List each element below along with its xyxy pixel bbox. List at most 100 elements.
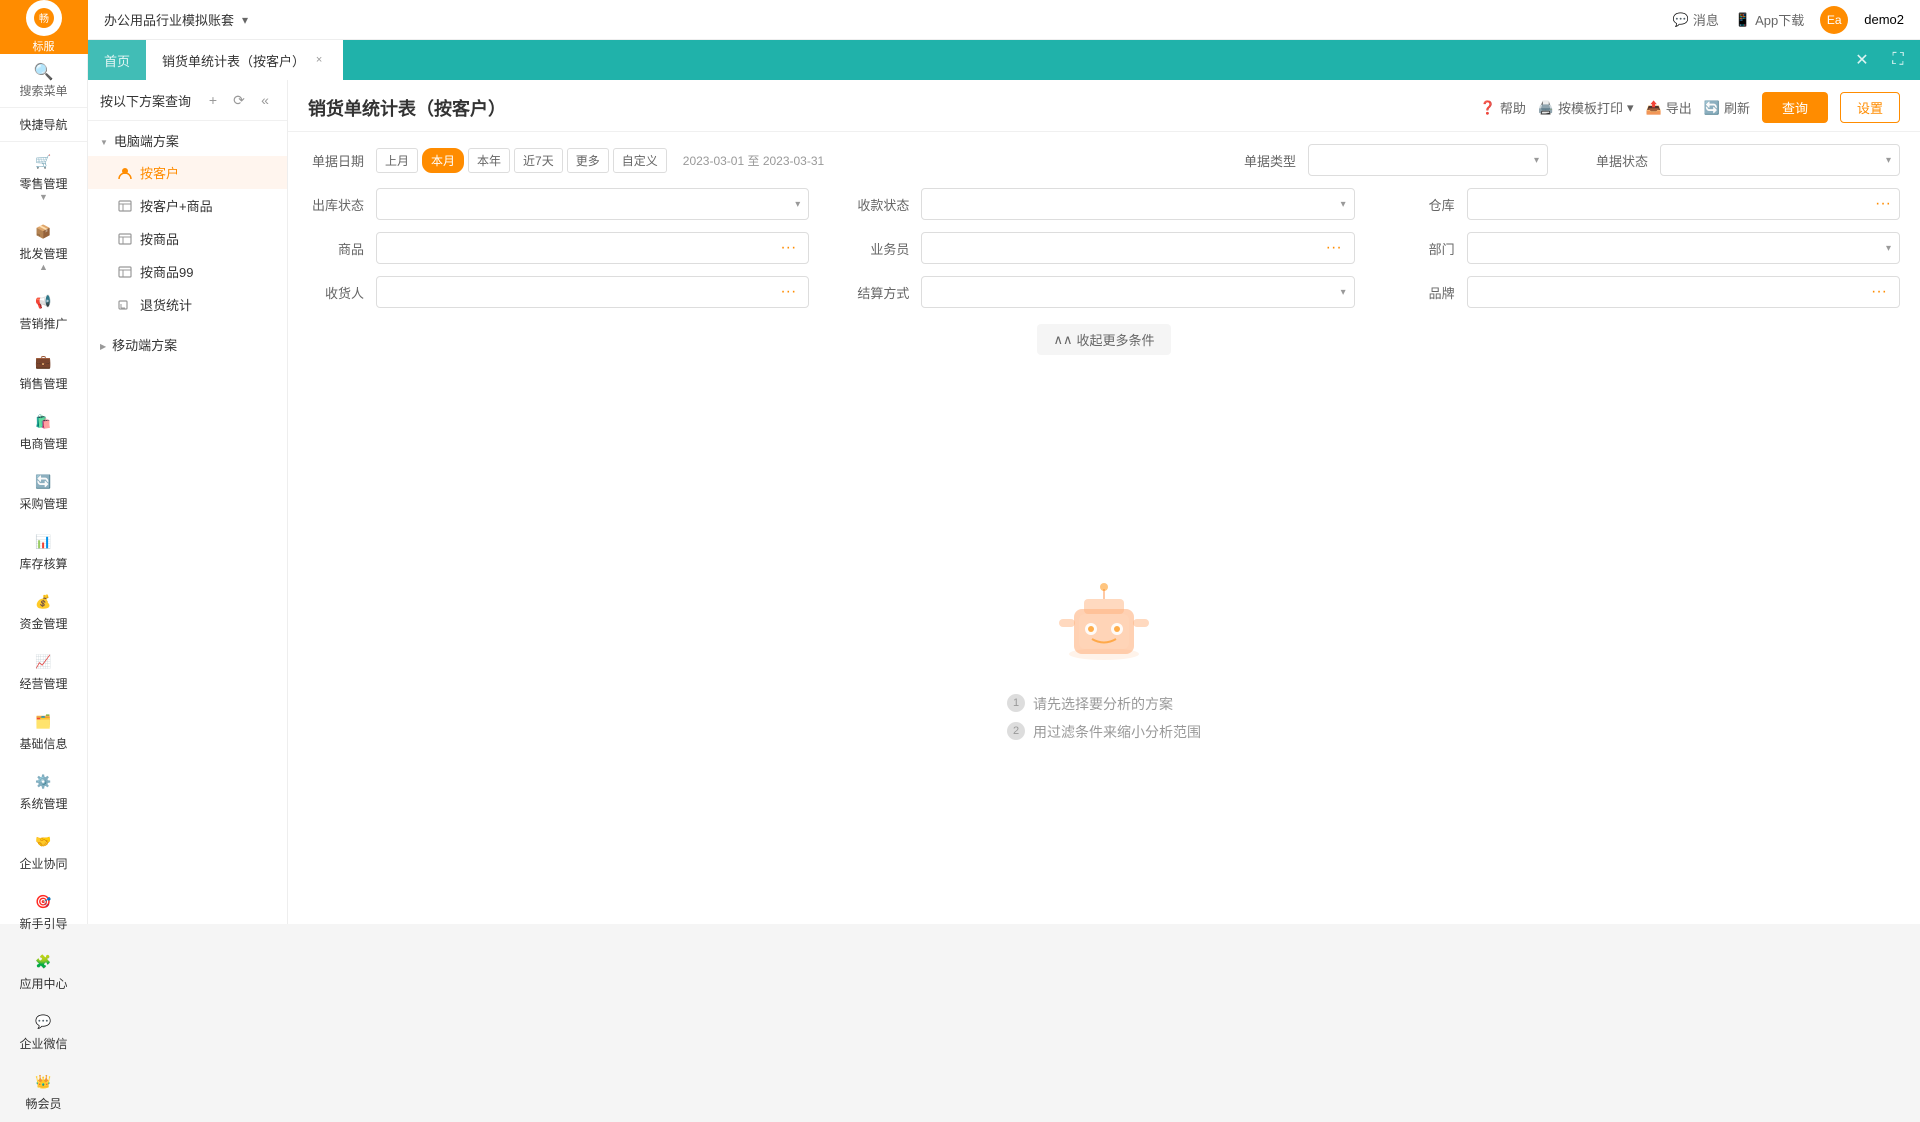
empty-illustration: [1044, 554, 1164, 674]
receipt-status-arrow: ▾: [1341, 199, 1346, 210]
export-label: 导出: [1666, 98, 1692, 117]
tab-home[interactable]: 首页: [88, 40, 146, 80]
export-btn[interactable]: 📤 导出: [1646, 98, 1692, 117]
payment-arrow: ▾: [1341, 287, 1346, 298]
customer-goods-icon: [116, 197, 134, 215]
order-status-select[interactable]: ▾: [1660, 144, 1900, 176]
finance-label: 资金管理: [19, 615, 67, 632]
collapse-filters-btn[interactable]: ∧∧ 收起更多条件: [1037, 324, 1170, 355]
topbar-left: 办公用品行业模拟账套 ▾: [104, 10, 248, 29]
salesperson-select[interactable]: ···: [921, 232, 1354, 264]
empty-state: 1 请先选择要分析的方案 2 用过滤条件来缩小分析范围: [288, 371, 1920, 924]
username[interactable]: demo2: [1864, 12, 1904, 27]
sidebar-item-inventory[interactable]: 📊 库存核算: [0, 522, 87, 582]
sidebar-item-system[interactable]: ⚙️ 系统管理: [0, 762, 87, 822]
refresh-scheme-btn[interactable]: ⟳: [229, 90, 249, 110]
warehouse-more-icon[interactable]: ···: [1875, 195, 1891, 213]
tab-sales-report[interactable]: 销货单统计表（按客户） ×: [146, 40, 343, 80]
refresh-btn[interactable]: 🔄 刷新: [1704, 98, 1750, 117]
scheme-item-by-customer[interactable]: 按客户: [88, 156, 287, 189]
sidebar-item-basic[interactable]: 🗂️ 基础信息: [0, 702, 87, 762]
tabbar: 首页 销货单统计表（按客户） × ✕ ⛶: [88, 40, 1920, 80]
refresh-label: 刷新: [1724, 98, 1750, 117]
department-label: 部门: [1399, 239, 1455, 258]
tab-close-all-btn[interactable]: ✕: [1848, 46, 1876, 74]
setting-button[interactable]: 设置: [1840, 92, 1900, 123]
brand-more-icon[interactable]: ···: [1867, 283, 1891, 301]
scheme-item-customer-goods[interactable]: 按客户+商品: [88, 189, 287, 222]
sidebar-item-wholesale[interactable]: 📦 批发管理 ▲: [0, 212, 87, 282]
sidebar-item-enterprise[interactable]: 🤝 企业协同: [0, 822, 87, 882]
out-status-select[interactable]: ▾: [376, 188, 809, 220]
collapse-scheme-btn[interactable]: «: [255, 90, 275, 110]
scheme-group-desktop: 电脑端方案 按客户 按客户+商品: [88, 121, 287, 325]
inventory-icon: 📊: [34, 532, 54, 552]
scheme-group-desktop-header[interactable]: 电脑端方案: [88, 125, 287, 156]
date-btn-custom[interactable]: 自定义: [613, 148, 667, 173]
scheme-header: 按以下方案查询 + ⟳ «: [88, 80, 287, 121]
date-btn-more[interactable]: 更多: [567, 148, 609, 173]
date-btn-thisyear[interactable]: 本年: [468, 148, 510, 173]
help-icon: ❓: [1480, 100, 1496, 116]
sidebar-item-apps[interactable]: 🧩 应用中心: [0, 942, 87, 1002]
date-btn-lastmonth[interactable]: 上月: [376, 148, 418, 173]
warehouse-select[interactable]: ···: [1467, 188, 1900, 220]
salesperson-more-icon[interactable]: ···: [1322, 239, 1346, 257]
out-status-arrow: ▾: [795, 199, 800, 210]
consignee-more-icon[interactable]: ···: [776, 283, 800, 301]
tab-close-icon[interactable]: ×: [311, 52, 327, 68]
sidebar-item-ecommerce[interactable]: 🛍️ 电商管理: [0, 402, 87, 462]
date-btn-7days[interactable]: 近7天: [514, 148, 563, 173]
date-btn-thismonth[interactable]: 本月: [422, 148, 464, 173]
receipt-status-label: 收款状态: [853, 195, 909, 214]
print-btn[interactable]: 🖨️ 按模板打印 ▾: [1538, 98, 1634, 117]
logo[interactable]: 畅 标服: [0, 0, 88, 54]
help-btn[interactable]: ❓ 帮助: [1480, 98, 1526, 117]
inventory-label: 库存核算: [19, 555, 67, 572]
sidebar-item-business[interactable]: 📈 经营管理: [0, 642, 87, 702]
scheme-item-goods[interactable]: 按商品: [88, 222, 287, 255]
scheme-item-return[interactable]: 退货统计: [88, 288, 287, 321]
sidebar-item-marketing[interactable]: 📢 营销推广: [0, 282, 87, 342]
quick-nav[interactable]: 快捷导航: [0, 108, 87, 142]
query-button[interactable]: 查询: [1762, 92, 1828, 123]
sidebar-item-purchase[interactable]: 🔄 采购管理: [0, 462, 87, 522]
collapse-label: 收起更多条件: [1077, 330, 1155, 349]
sidebar-item-sales[interactable]: 💼 销售管理: [0, 342, 87, 402]
brand-select[interactable]: ···: [1467, 276, 1900, 308]
sales-label: 销售管理: [19, 375, 67, 392]
retail-icon: 🛒: [34, 152, 54, 172]
app-download-btn[interactable]: 📱 App下载: [1735, 10, 1804, 29]
goods-select[interactable]: ···: [376, 232, 809, 264]
order-type-select[interactable]: ▾: [1308, 144, 1548, 176]
scheme-item-goods-99[interactable]: 按商品99: [88, 255, 287, 288]
sidebar-search[interactable]: 🔍 消息 搜索菜单: [0, 54, 87, 108]
tab-sales-report-label: 销货单统计表（按客户）: [162, 51, 305, 70]
receipt-status-select[interactable]: ▾: [921, 188, 1354, 220]
topbar-dropdown[interactable]: ▾: [242, 13, 248, 27]
consignee-select[interactable]: ···: [376, 276, 809, 308]
message-btn[interactable]: 💬 消息: [1673, 10, 1719, 29]
sidebar-item-newbie[interactable]: 🎯 新手引导: [0, 882, 87, 942]
tip-2-num: 2: [1007, 722, 1025, 740]
goods-more-icon[interactable]: ···: [776, 239, 800, 257]
ecommerce-icon: 🛍️: [34, 412, 54, 432]
avatar-text: Ea: [1827, 13, 1842, 27]
retail-label: 零售管理: [19, 175, 67, 192]
return-icon: [116, 296, 134, 314]
department-select[interactable]: ▾: [1467, 232, 1900, 264]
avatar[interactable]: Ea: [1820, 6, 1848, 34]
salesperson-label: 业务员: [853, 239, 909, 258]
sidebar-item-wechat[interactable]: 💬 企业微信: [0, 1002, 87, 1062]
right-panel: 销货单统计表（按客户） ❓ 帮助 🖨️ 按模板打印 ▾ 📤 导出: [288, 80, 1920, 924]
sidebar-item-retail[interactable]: 🛒 零售管理 ▼: [0, 142, 87, 212]
sidebar-item-vip[interactable]: 👑 畅会员: [0, 1062, 87, 1122]
page-actions: ❓ 帮助 🖨️ 按模板打印 ▾ 📤 导出 🔄 刷新: [1480, 92, 1900, 123]
svg-text:畅: 畅: [39, 12, 49, 25]
sidebar-item-finance[interactable]: 💰 资金管理: [0, 582, 87, 642]
payment-select[interactable]: ▾: [921, 276, 1354, 308]
page-title-bar: 销货单统计表（按客户） ❓ 帮助 🖨️ 按模板打印 ▾ 📤 导出: [288, 80, 1920, 132]
tab-maximize-btn[interactable]: ⛶: [1884, 46, 1912, 74]
scheme-group-mobile-header[interactable]: 移动端方案: [88, 329, 287, 360]
add-scheme-btn[interactable]: +: [203, 90, 223, 110]
